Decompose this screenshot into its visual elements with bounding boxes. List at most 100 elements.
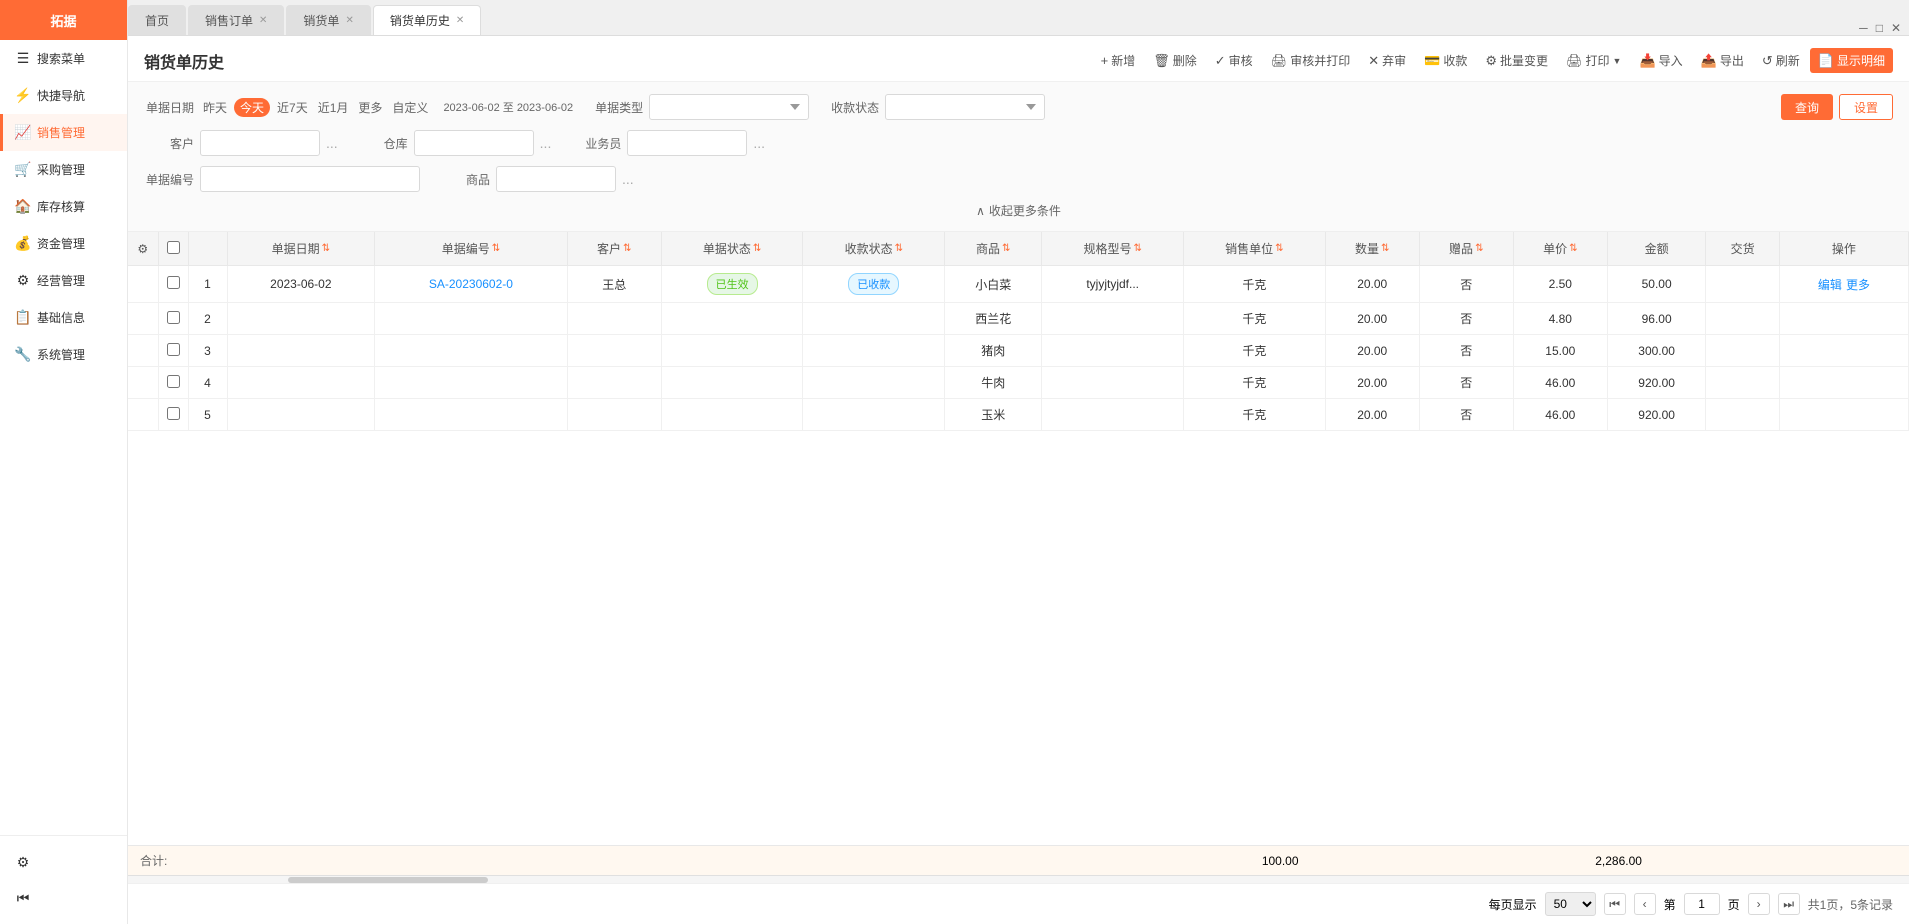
customer-dots[interactable]: ... <box>326 135 338 151</box>
th-price[interactable]: 单价 ⇅ <box>1513 232 1607 266</box>
th-qty[interactable]: 数量 ⇅ <box>1325 232 1419 266</box>
sidebar-item-system-mgmt[interactable]: 🔧 系统管理 <box>0 336 127 373</box>
tab-home[interactable]: 首页 <box>128 5 186 35</box>
sort-doc-status[interactable]: 单据状态 ⇅ <box>703 240 761 257</box>
th-gift[interactable]: 赠品 ⇅ <box>1419 232 1513 266</box>
th-goods[interactable]: 商品 ⇅ <box>945 232 1042 266</box>
next-page-btn[interactable]: › <box>1748 893 1770 915</box>
sort-customer[interactable]: 客户 ⇅ <box>597 240 631 257</box>
tabs-minimize-btn[interactable]: ─ <box>1859 21 1868 35</box>
sort-gift[interactable]: 赠品 ⇅ <box>1449 240 1483 257</box>
tab-sales-history-close[interactable]: ✕ <box>456 15 464 26</box>
edit-link[interactable]: 编辑 <box>1818 278 1842 292</box>
shortcut-today[interactable]: 今天 <box>234 98 270 117</box>
sort-collect-status[interactable]: 收款状态 ⇅ <box>845 240 903 257</box>
th-spec[interactable]: 规格型号 ⇅ <box>1042 232 1184 266</box>
more-link[interactable]: 更多 <box>1846 278 1870 292</box>
staff-input[interactable] <box>627 130 747 156</box>
audit-button[interactable]: ✓ 审核 <box>1207 48 1261 73</box>
sidebar-item-search-menu[interactable]: ☰ 搜索菜单 <box>0 40 127 77</box>
customer-input[interactable] <box>200 130 320 156</box>
page-label-before: 第 <box>1664 896 1676 913</box>
th-check[interactable] <box>158 232 188 266</box>
row-checkbox[interactable] <box>167 343 180 356</box>
per-page-select[interactable]: 50 100 <box>1545 892 1596 916</box>
sort-doc-no[interactable]: 单据编号 ⇅ <box>442 240 500 257</box>
doc-no-link[interactable]: SA-20230602-0 <box>429 277 513 291</box>
collect-button[interactable]: 💳 收款 <box>1416 48 1475 73</box>
audit-print-button[interactable]: 🖨 审核并打印 <box>1263 48 1359 73</box>
shortcut-yesterday[interactable]: 昨天 <box>200 98 230 117</box>
sidebar-item-operation-mgmt[interactable]: ⚙ 经营管理 <box>0 262 127 299</box>
sidebar-item-settings-bottom[interactable]: ⚙ <box>0 844 127 880</box>
shortcut-custom[interactable]: 自定义 <box>389 98 431 117</box>
audit-print-label: 审核并打印 <box>1290 52 1350 69</box>
goods-input[interactable] <box>496 166 616 192</box>
th-gear[interactable]: ⚙ <box>128 232 158 266</box>
audit-print-icon: 🖨 <box>1271 53 1288 69</box>
warehouse-input[interactable] <box>414 130 534 156</box>
collect-status-select[interactable] <box>885 94 1045 120</box>
warehouse-dots[interactable]: ... <box>540 135 552 151</box>
sidebar-item-finance-mgmt[interactable]: 💰 资金管理 <box>0 225 127 262</box>
staff-dots[interactable]: ... <box>753 135 765 151</box>
th-doc-date[interactable]: 单据日期 ⇅ <box>227 232 375 266</box>
goods-dots[interactable]: ... <box>622 171 634 187</box>
sort-unit[interactable]: 销售单位 ⇅ <box>1225 240 1283 257</box>
sort-price[interactable]: 单价 ⇅ <box>1543 240 1577 257</box>
sidebar-item-sales-mgmt[interactable]: 📈 销售管理 <box>0 114 127 151</box>
tab-sales-order[interactable]: 销售订单 ✕ <box>188 5 284 35</box>
batch-change-button[interactable]: ⚙ 批量变更 <box>1477 48 1556 73</box>
add-button[interactable]: + 新增 <box>1093 48 1144 73</box>
abandon-button[interactable]: ✕ 弃审 <box>1360 48 1414 73</box>
th-collect-status[interactable]: 收款状态 ⇅ <box>803 232 945 266</box>
horizontal-scrollbar[interactable] <box>128 875 1909 883</box>
sort-doc-date[interactable]: 单据日期 ⇅ <box>272 240 330 257</box>
last-page-btn[interactable]: ⏭ <box>1778 893 1800 915</box>
sort-goods[interactable]: 商品 ⇅ <box>976 240 1010 257</box>
sidebar-item-inventory[interactable]: 🏠 库存核算 <box>0 188 127 225</box>
row-amount: 920.00 <box>1607 367 1706 399</box>
refresh-button[interactable]: ↺ 刷新 <box>1754 48 1808 73</box>
row-checkbox[interactable] <box>167 311 180 324</box>
th-customer[interactable]: 客户 ⇅ <box>567 232 661 266</box>
select-all-checkbox[interactable] <box>167 241 180 254</box>
delete-button[interactable]: 🗑 删除 <box>1145 48 1205 73</box>
first-page-btn[interactable]: ⏮ <box>1604 893 1626 915</box>
shortcut-7days[interactable]: 近7天 <box>274 98 311 117</box>
show-detail-button[interactable]: 📄 显示明细 <box>1810 48 1893 73</box>
tab-sales-history[interactable]: 销货单历史 ✕ <box>373 5 481 35</box>
doc-no-input[interactable] <box>200 166 420 192</box>
th-doc-no[interactable]: 单据编号 ⇅ <box>375 232 568 266</box>
tabs-close-btn[interactable]: ✕ <box>1891 21 1901 35</box>
row-checkbox[interactable] <box>167 276 180 289</box>
print-button[interactable]: 🖨 打印 ▼ <box>1558 48 1629 73</box>
row-checkbox[interactable] <box>167 375 180 388</box>
tab-sales-goods-close[interactable]: ✕ <box>345 15 353 26</box>
prev-page-btn[interactable]: ‹ <box>1634 893 1656 915</box>
sidebar-item-basic-info[interactable]: 📋 基础信息 <box>0 299 127 336</box>
shortcut-more[interactable]: 更多 <box>355 98 385 117</box>
sidebar-item-collapse[interactable]: ⏮ <box>0 880 127 916</box>
row-checkbox[interactable] <box>167 407 180 420</box>
page-number-input[interactable] <box>1684 893 1720 915</box>
doc-type-select[interactable] <box>649 94 809 120</box>
tab-sales-goods[interactable]: 销货单 ✕ <box>286 5 370 35</box>
row-amount: 300.00 <box>1607 335 1706 367</box>
data-table: ⚙ 单据日期 ⇅ <box>128 232 1909 431</box>
tab-sales-order-close[interactable]: ✕ <box>259 15 267 26</box>
sort-spec[interactable]: 规格型号 ⇅ <box>1083 240 1141 257</box>
th-doc-status[interactable]: 单据状态 ⇅ <box>661 232 803 266</box>
shortcut-1month[interactable]: 近1月 <box>315 98 352 117</box>
collapse-btn[interactable]: ∧ 收起更多条件 <box>144 202 1893 219</box>
tabs-maximize-btn[interactable]: □ <box>1876 21 1883 35</box>
sidebar-item-quick-nav[interactable]: ⚡ 快捷导航 <box>0 77 127 114</box>
sort-qty[interactable]: 数量 ⇅ <box>1355 240 1389 257</box>
import-button[interactable]: 📥 导入 <box>1631 48 1690 73</box>
th-unit[interactable]: 销售单位 ⇅ <box>1184 232 1326 266</box>
sidebar-item-purchase-mgmt[interactable]: 🛒 采购管理 <box>0 151 127 188</box>
query-button[interactable]: 查询 <box>1781 94 1833 120</box>
gear-settings-icon[interactable]: ⚙ <box>137 242 148 256</box>
export-button[interactable]: 📤 导出 <box>1693 48 1752 73</box>
set-button[interactable]: 设置 <box>1839 94 1893 120</box>
